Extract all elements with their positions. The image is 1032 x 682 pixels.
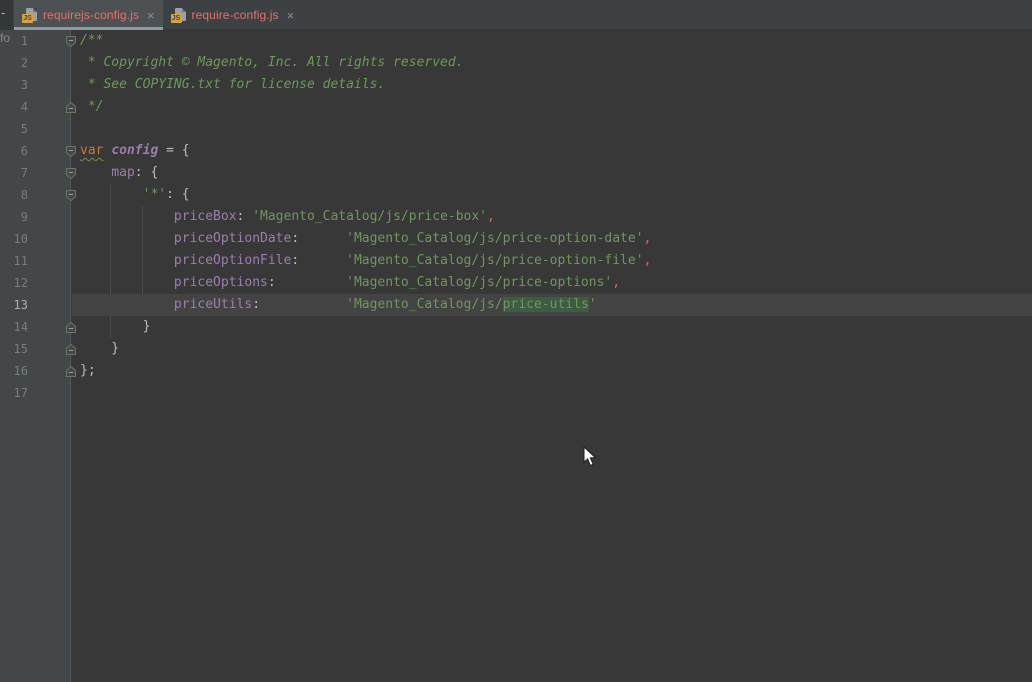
code-line-12[interactable]: 12 priceOptions: 'Magento_Catalog/js/pri… (0, 272, 1032, 294)
tab-requirejs-config[interactable]: JS requirejs-config.js × (14, 0, 163, 30)
line-number: 17 (0, 382, 28, 404)
code-text: } (72, 338, 1032, 360)
mouse-cursor (583, 446, 597, 472)
code-text: priceOptionDate: 'Magento_Catalog/js/pri… (72, 228, 1032, 250)
tab-list: JS requirejs-config.js × JS require-conf… (14, 0, 302, 29)
fold-marker-icon[interactable] (28, 184, 72, 206)
line-number: 5 (0, 118, 28, 140)
code-text: var config = { (72, 140, 1032, 162)
ide-window: - JS requirejs-config.js × JS require-co… (0, 0, 1032, 682)
fold-column (28, 272, 72, 294)
line-number: 13 (0, 294, 28, 316)
line-number: 7 (0, 162, 28, 184)
tab-require-config[interactable]: JS require-config.js × (163, 0, 303, 30)
line-number: 6 (0, 140, 28, 162)
code-text: priceOptionFile: 'Magento_Catalog/js/pri… (72, 250, 1032, 272)
fold-column (28, 228, 72, 250)
code-line-4[interactable]: 4 */ (0, 96, 1032, 118)
fold-marker-icon[interactable] (28, 30, 72, 52)
code-line-17[interactable]: 17 (0, 382, 1032, 404)
fold-column (28, 382, 72, 404)
line-number: 8 (0, 184, 28, 206)
code-text: } (72, 316, 1032, 338)
window-edge-collapse[interactable]: - (0, 0, 13, 30)
code-line-3[interactable]: 3 * See COPYING.txt for license details. (0, 74, 1032, 96)
fold-marker-icon[interactable] (28, 96, 72, 118)
line-number: 10 (0, 228, 28, 250)
code-line-6[interactable]: 6 var config = { (0, 140, 1032, 162)
fold-marker-icon[interactable] (28, 162, 72, 184)
editor-tab-bar: - JS requirejs-config.js × JS require-co… (0, 0, 1032, 30)
code-text: /** (72, 30, 1032, 52)
code-text: priceBox: 'Magento_Catalog/js/price-box'… (72, 206, 1032, 228)
code-line-10[interactable]: 10 priceOptionDate: 'Magento_Catalog/js/… (0, 228, 1032, 250)
code-editor[interactable]: fo 1/**2 * Copyright © Magento, Inc. All… (0, 30, 1032, 682)
code-text: '*': { (72, 184, 1032, 206)
code-text: }; (72, 360, 1032, 382)
code-line-14[interactable]: 14 } (0, 316, 1032, 338)
js-file-icon: JS (22, 8, 37, 23)
code-text: * See COPYING.txt for license details. (72, 74, 1032, 96)
line-number: 15 (0, 338, 28, 360)
line-number: 2 (0, 52, 28, 74)
fold-marker-icon[interactable] (28, 360, 72, 382)
code-line-15[interactable]: 15 } (0, 338, 1032, 360)
fold-marker-icon[interactable] (28, 338, 72, 360)
tab-label: require-config.js (192, 8, 279, 22)
code-text (72, 382, 1032, 404)
line-number: 3 (0, 74, 28, 96)
code-line-2[interactable]: 2 * Copyright © Magento, Inc. All rights… (0, 52, 1032, 74)
code-text (72, 118, 1032, 140)
line-number: 14 (0, 316, 28, 338)
code-line-5[interactable]: 5 (0, 118, 1032, 140)
line-number: 9 (0, 206, 28, 228)
close-icon[interactable]: × (287, 9, 295, 22)
code-line-13[interactable]: 13 priceUtils: 'Magento_Catalog/js/price… (0, 294, 1032, 316)
code-text: priceUtils: 'Magento_Catalog/js/price-ut… (72, 294, 1032, 316)
close-icon[interactable]: × (147, 9, 155, 22)
code-line-1[interactable]: 1 /** (0, 30, 1032, 52)
code-text: priceOptions: 'Magento_Catalog/js/price-… (72, 272, 1032, 294)
line-number: 16 (0, 360, 28, 382)
tab-label: requirejs-config.js (43, 8, 139, 22)
line-number: 11 (0, 250, 28, 272)
line-number: 4 (0, 96, 28, 118)
code-line-11[interactable]: 11 priceOptionFile: 'Magento_Catalog/js/… (0, 250, 1032, 272)
fold-marker-icon[interactable] (28, 140, 72, 162)
code-text: * Copyright © Magento, Inc. All rights r… (72, 52, 1032, 74)
code-line-9[interactable]: 9 priceBox: 'Magento_Catalog/js/price-bo… (0, 206, 1032, 228)
code-line-8[interactable]: 8 '*': { (0, 184, 1032, 206)
line-number: 1 (0, 30, 28, 52)
fold-column (28, 294, 72, 316)
code-text: map: { (72, 162, 1032, 184)
fold-column (28, 74, 72, 96)
code-text: */ (72, 96, 1032, 118)
fold-column (28, 206, 72, 228)
fold-column (28, 118, 72, 140)
line-number: 12 (0, 272, 28, 294)
code-line-7[interactable]: 7 map: { (0, 162, 1032, 184)
fold-column (28, 250, 72, 272)
fold-column (28, 52, 72, 74)
code-line-16[interactable]: 16}; (0, 360, 1032, 382)
js-file-icon: JS (171, 8, 186, 23)
fold-marker-icon[interactable] (28, 316, 72, 338)
